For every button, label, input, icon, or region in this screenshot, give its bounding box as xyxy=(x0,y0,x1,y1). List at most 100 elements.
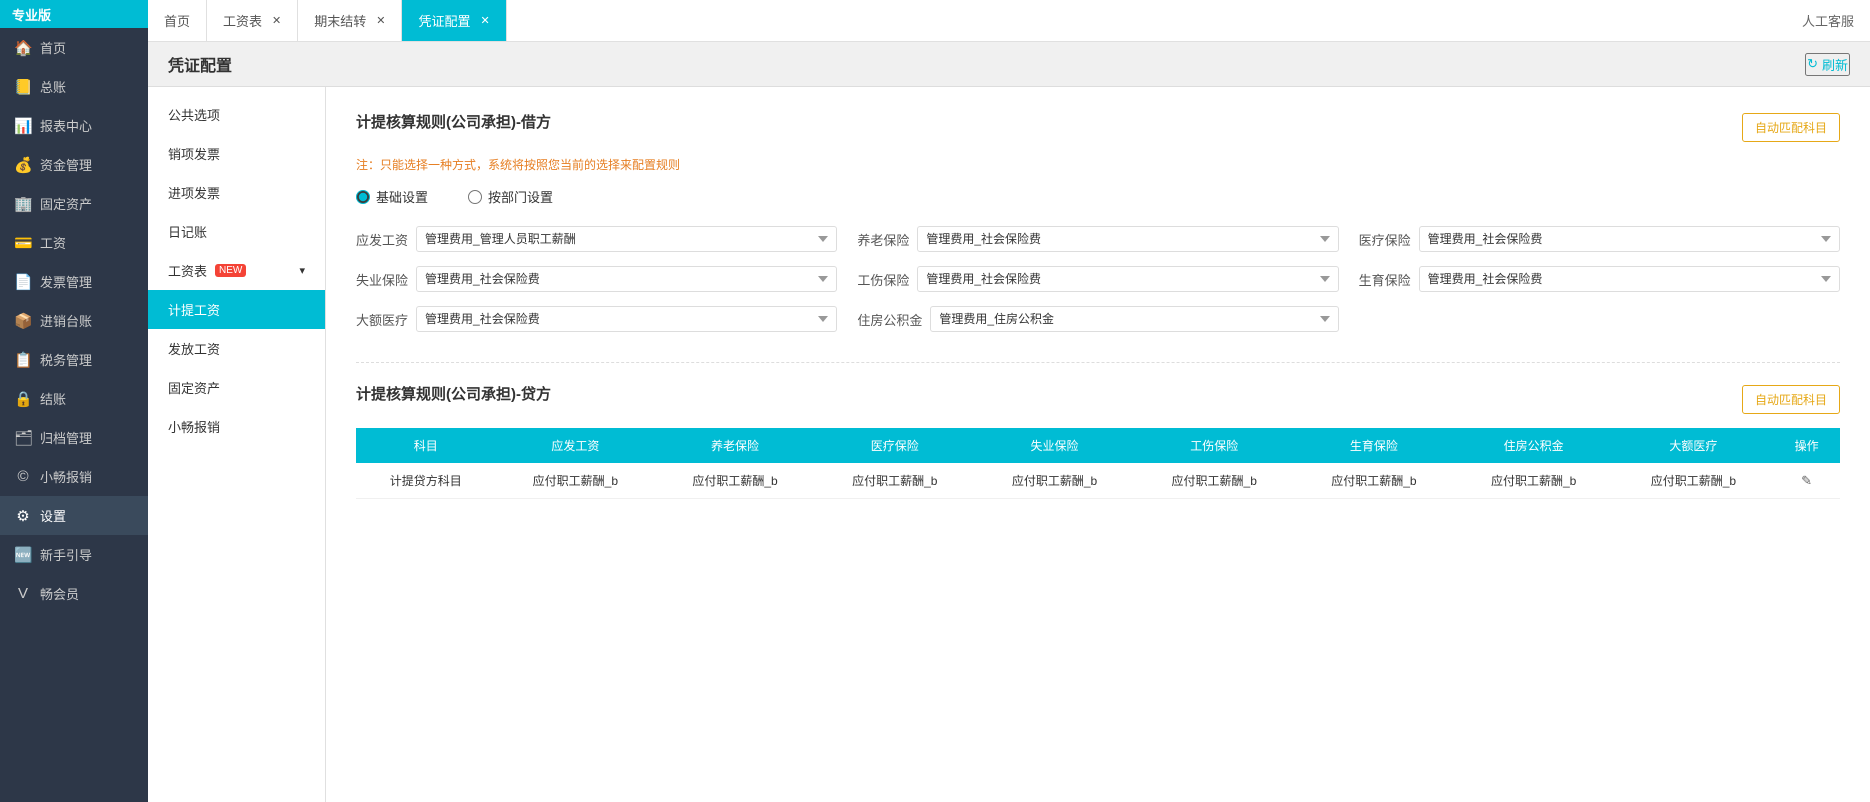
sidebar-item-salary[interactable]: 💳 工资 xyxy=(0,223,148,262)
ledger-icon: 📒 xyxy=(14,78,32,96)
credit-auto-match-button[interactable]: 自动匹配科目 xyxy=(1742,385,1840,414)
left-nav-fixed-assets[interactable]: 固定资产 xyxy=(148,368,325,407)
left-nav-sales-invoice[interactable]: 销项发票 xyxy=(148,134,325,173)
left-nav-calc-salary[interactable]: 计提工资 xyxy=(148,290,325,329)
credit-table-body: 计提贷方科目 应付职工薪酬_b 应付职工薪酬_b 应付职工薪酬_b 应付职工薪酬… xyxy=(356,463,1840,499)
label-dae: 大额医疗 xyxy=(356,310,408,329)
radio-basic[interactable]: 基础设置 xyxy=(356,187,428,206)
new-badge: NEW xyxy=(215,264,246,277)
sidebar-label-funds: 资金管理 xyxy=(40,155,92,174)
sidebar-label-reports: 报表中心 xyxy=(40,116,92,135)
td-row0-col5: 应付职工薪酬_b xyxy=(1134,463,1294,499)
label-yiliao: 医疗保险 xyxy=(1359,230,1411,249)
close-voucher-config-icon[interactable]: ✕ xyxy=(481,14,490,27)
select-dae[interactable]: 管理费用_社会保险费 xyxy=(416,306,837,332)
select-gjj[interactable]: 管理费用_住房公积金 xyxy=(930,306,1338,332)
left-nav-xiaochang-expense-label: 小畅报销 xyxy=(168,417,220,436)
debit-form-grid: 应发工资 管理费用_管理人员职工薪酬 养老保险 管理费用_社会保险费 医疗保险 xyxy=(356,226,1840,332)
sidebar-item-ledger[interactable]: 📒 总账 xyxy=(0,67,148,106)
left-nav-journal[interactable]: 日记账 xyxy=(148,212,325,251)
th-col2: 养老保险 xyxy=(655,428,815,463)
sidebar: 专业版 🏠 首页 📒 总账 📊 报表中心 💰 资金管理 🏢 固定资产 💳 工资 … xyxy=(0,0,148,802)
right-panel: 计提核算规则(公司承担)-借方 自动匹配科目 注：只能选择一种方式，系统将按照您… xyxy=(326,87,1870,802)
page-header: 凭证配置 ↻ 刷新 xyxy=(148,42,1870,87)
refresh-button[interactable]: ↻ 刷新 xyxy=(1805,53,1850,76)
assets-icon: 🏢 xyxy=(14,195,32,213)
sidebar-item-home[interactable]: 🏠 首页 xyxy=(0,28,148,67)
refresh-icon: ↻ xyxy=(1807,56,1818,72)
th-col7: 住房公积金 xyxy=(1454,428,1614,463)
th-col4: 失业保险 xyxy=(975,428,1135,463)
sidebar-item-invoice[interactable]: 📄 发票管理 xyxy=(0,262,148,301)
table-row: 计提贷方科目 应付职工薪酬_b 应付职工薪酬_b 应付职工薪酬_b 应付职工薪酬… xyxy=(356,463,1840,499)
label-shiye: 失业保险 xyxy=(356,270,408,289)
radio-basic-input[interactable] xyxy=(356,190,370,204)
radio-by-dept-input[interactable] xyxy=(468,190,482,204)
sidebar-label-assets: 固定资产 xyxy=(40,194,92,213)
tab-voucher-config[interactable]: 凭证配置 ✕ xyxy=(402,0,506,41)
sidebar-item-tax[interactable]: 📋 税务管理 xyxy=(0,340,148,379)
radio-by-dept[interactable]: 按部门设置 xyxy=(468,187,553,206)
close-salary-table-icon[interactable]: ✕ xyxy=(272,14,281,27)
debit-section-title: 计提核算规则(公司承担)-借方 xyxy=(356,111,551,132)
home-icon: 🏠 xyxy=(14,39,32,57)
sidebar-label-vip: 畅会员 xyxy=(40,584,79,603)
main-area: 首页 工资表 ✕ 期末结转 ✕ 凭证配置 ✕ 人工客服 凭证配置 ↻ 刷新 公共… xyxy=(148,0,1870,802)
sidebar-item-funds[interactable]: 💰 资金管理 xyxy=(0,145,148,184)
left-nav-public-label: 公共选项 xyxy=(168,105,220,124)
tax-icon: 📋 xyxy=(14,351,32,369)
tab-salary-table[interactable]: 工资表 ✕ xyxy=(207,0,298,41)
sidebar-item-xiaochang[interactable]: © 小畅报销 xyxy=(0,457,148,496)
label-shengyu: 生育保险 xyxy=(1359,270,1411,289)
debit-auto-match-button[interactable]: 自动匹配科目 xyxy=(1742,113,1840,142)
left-nav-pay-salary-label: 发放工资 xyxy=(168,339,220,358)
left-nav-public[interactable]: 公共选项 xyxy=(148,95,325,134)
sidebar-item-guide[interactable]: 🆕 新手引导 xyxy=(0,535,148,574)
sidebar-item-assets[interactable]: 🏢 固定资产 xyxy=(0,184,148,223)
debit-header-row: 计提核算规则(公司承担)-借方 自动匹配科目 xyxy=(356,111,1840,144)
content-area: 公共选项 销项发票 进项发票 日记账 工资表 NEW ▾ 计提工资 xyxy=(148,87,1870,802)
credit-table: 科目 应发工资 养老保险 医疗保险 失业保险 工伤保险 生育保险 住房公积金 大… xyxy=(356,428,1840,499)
field-gongshang: 工伤保险 管理费用_社会保险费 xyxy=(857,266,1338,292)
sidebar-label-tax: 税务管理 xyxy=(40,350,92,369)
invoice-icon: 📄 xyxy=(14,273,32,291)
sidebar-label-home: 首页 xyxy=(40,38,66,57)
credit-table-header-row: 科目 应发工资 养老保险 医疗保险 失业保险 工伤保险 生育保险 住房公积金 大… xyxy=(356,428,1840,463)
select-yiliao[interactable]: 管理费用_社会保险费 xyxy=(1419,226,1840,252)
select-shiye[interactable]: 管理费用_社会保险费 xyxy=(416,266,837,292)
sidebar-item-close[interactable]: 🔒 结账 xyxy=(0,379,148,418)
sidebar-item-vip[interactable]: V 畅会员 xyxy=(0,574,148,613)
guide-icon: 🆕 xyxy=(14,546,32,564)
left-nav: 公共选项 销项发票 进项发票 日记账 工资表 NEW ▾ 计提工资 xyxy=(148,87,326,802)
funds-icon: 💰 xyxy=(14,156,32,174)
tab-period-close[interactable]: 期末结转 ✕ xyxy=(298,0,402,41)
left-nav-pay-salary[interactable]: 发放工资 xyxy=(148,329,325,368)
sidebar-label-guide: 新手引导 xyxy=(40,545,92,564)
left-nav-purchase-invoice[interactable]: 进项发票 xyxy=(148,173,325,212)
user-info: 人工客服 xyxy=(1802,11,1870,30)
field-shengyu: 生育保险 管理费用_社会保险费 xyxy=(1359,266,1840,292)
left-nav-salary-table[interactable]: 工资表 NEW ▾ xyxy=(148,251,325,290)
select-gongshang[interactable]: 管理费用_社会保险费 xyxy=(917,266,1338,292)
td-row0-col7: 应付职工薪酬_b xyxy=(1454,463,1614,499)
select-yanglao[interactable]: 管理费用_社会保险费 xyxy=(917,226,1338,252)
select-shengyu[interactable]: 管理费用_社会保险费 xyxy=(1419,266,1840,292)
left-nav-xiaochang-expense[interactable]: 小畅报销 xyxy=(148,407,325,446)
th-col9: 操作 xyxy=(1773,428,1840,463)
sidebar-item-reports[interactable]: 📊 报表中心 xyxy=(0,106,148,145)
field-yanglao: 养老保险 管理费用_社会保险费 xyxy=(857,226,1338,252)
sidebar-item-archive[interactable]: 🗂 归档管理 xyxy=(0,418,148,457)
td-row0-col9[interactable]: ✎ xyxy=(1773,463,1840,499)
tab-home[interactable]: 首页 xyxy=(148,0,207,41)
edit-icon[interactable]: ✎ xyxy=(1801,473,1812,488)
select-yingfa[interactable]: 管理费用_管理人员职工薪酬 xyxy=(416,226,837,252)
credit-header-row: 计提核算规则(公司承担)-贷方 自动匹配科目 xyxy=(356,383,1840,416)
td-row0-col1: 应付职工薪酬_b xyxy=(495,463,655,499)
th-col3: 医疗保险 xyxy=(815,428,975,463)
sidebar-item-settings[interactable]: ⚙ 设置 xyxy=(0,496,148,535)
label-gjj: 住房公积金 xyxy=(857,310,922,329)
close-period-close-icon[interactable]: ✕ xyxy=(376,14,385,27)
sidebar-item-stock[interactable]: 📦 进销台账 xyxy=(0,301,148,340)
field-shiye: 失业保险 管理费用_社会保险费 xyxy=(356,266,837,292)
th-col6: 生育保险 xyxy=(1294,428,1454,463)
